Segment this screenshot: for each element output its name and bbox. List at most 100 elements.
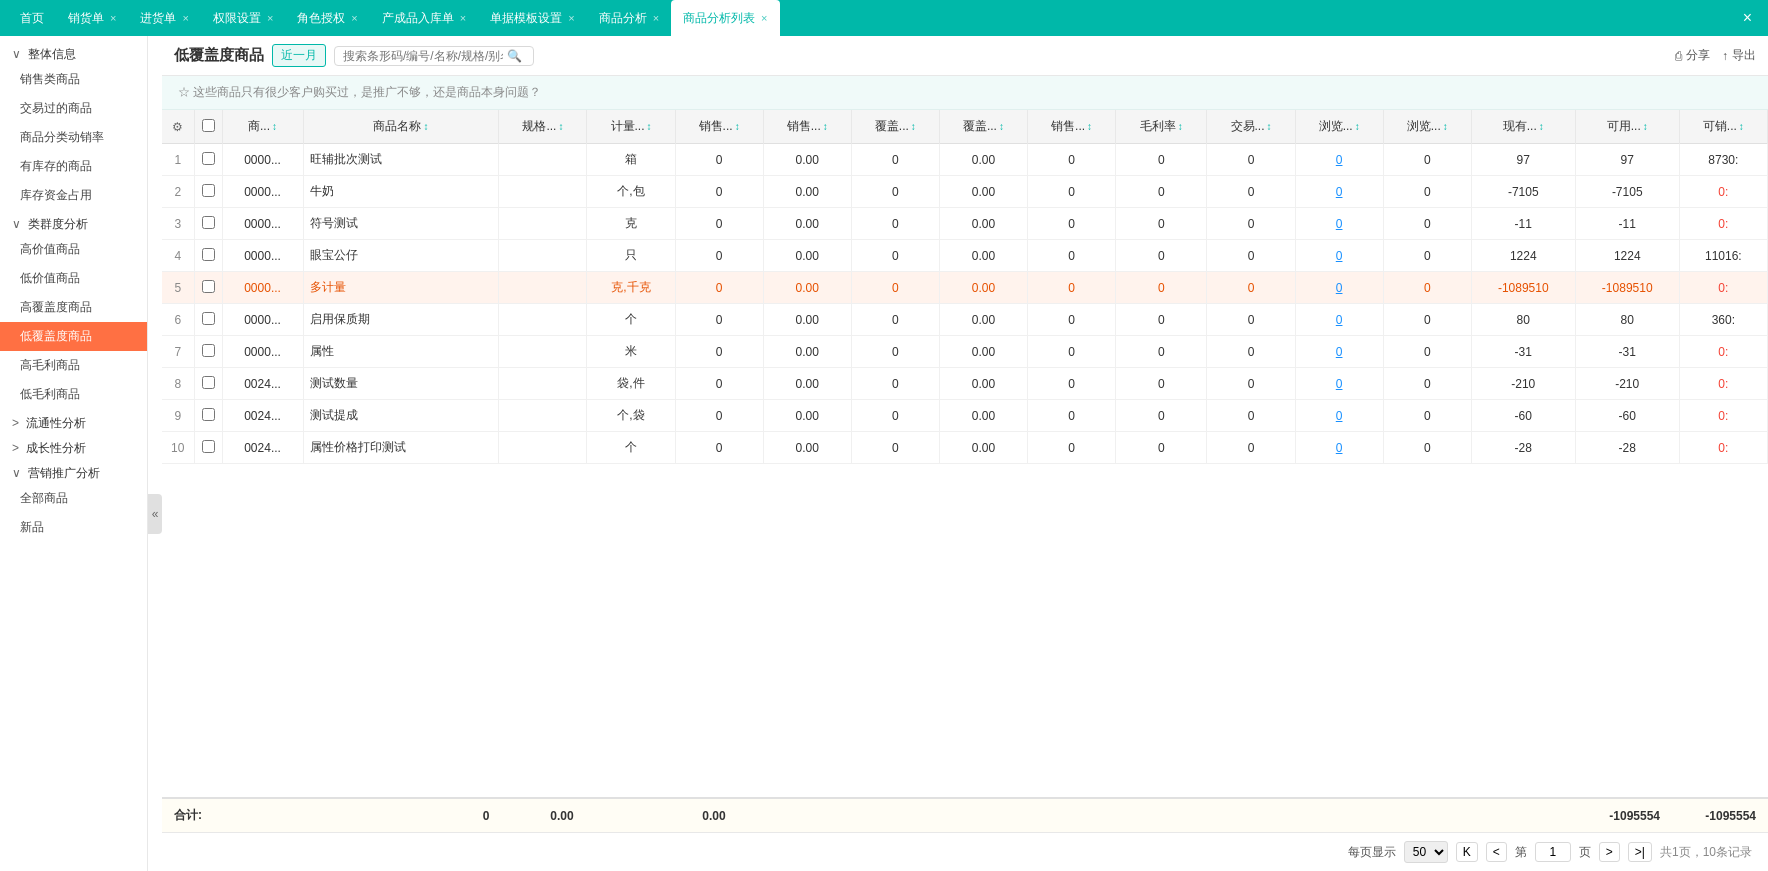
close-icon[interactable]: × [267,12,273,24]
sidebar-item-high-coverage[interactable]: 高覆盖度商品 [0,293,147,322]
row-checkbox-cell[interactable] [194,144,222,176]
sidebar-item-low-margin[interactable]: 低毛利商品 [0,380,147,409]
sales-qty-col-header[interactable]: 销售...↕ [675,110,763,144]
sidebar-item-low-value[interactable]: 低价值商品 [0,264,147,293]
close-icon[interactable]: × [653,12,659,24]
nav-template-settings[interactable]: 单据模板设置 × [478,0,586,36]
sidebar-collapse-button[interactable]: « [148,494,162,534]
sidebar-item-category-rate[interactable]: 商品分类动销率 [0,123,147,152]
current-stock-col-header[interactable]: 现有...↕ [1471,110,1575,144]
name-col-header[interactable]: 商品名称↕ [303,110,499,144]
row-browse1[interactable]: 0 [1295,304,1383,336]
row-browse1[interactable]: 0 [1295,368,1383,400]
browse2-col-header[interactable]: 浏览...↕ [1383,110,1471,144]
row-browse1[interactable]: 0 [1295,240,1383,272]
row-checkbox-cell[interactable] [194,368,222,400]
settings-icon[interactable]: ⚙ [172,120,183,134]
close-icon[interactable]: × [110,12,116,24]
sidebar-item-high-margin[interactable]: 高毛利商品 [0,351,147,380]
sidebar-item-sales-goods[interactable]: 销售类商品 [0,65,147,94]
close-icon[interactable]: × [351,12,357,24]
close-icon[interactable]: × [460,12,466,24]
row-code: 0024... [222,400,303,432]
row-checkbox[interactable] [202,440,215,453]
code-col-header[interactable]: 商...↕ [222,110,303,144]
sidebar-item-new-goods[interactable]: 新品 [0,513,147,542]
sidebar-item-in-stock[interactable]: 有库存的商品 [0,152,147,181]
sales-amt-col-header[interactable]: 销售...↕ [763,110,851,144]
sidebar-section-liquidity[interactable]: > 流通性分析 [0,409,147,434]
row-browse1[interactable]: 0 [1295,336,1383,368]
available-col-header[interactable]: 可用...↕ [1575,110,1679,144]
row-checkbox-cell[interactable] [194,208,222,240]
row-browse1[interactable]: 0 [1295,208,1383,240]
row-browse1[interactable]: 0 [1295,272,1383,304]
sales-cnt-col-header[interactable]: 销售...↕ [1028,110,1116,144]
row-browse1[interactable]: 0 [1295,432,1383,464]
row-checkbox[interactable] [202,152,215,165]
nav-finished-goods[interactable]: 产成品入库单 × [370,0,478,36]
nav-purchase[interactable]: 进货单 × [128,0,200,36]
nav-sales[interactable]: 销货单 × [56,0,128,36]
row-checkbox[interactable] [202,344,215,357]
last-page-button[interactable]: >| [1628,842,1652,862]
trans-col-header[interactable]: 交易...↕ [1207,110,1295,144]
first-page-button[interactable]: K [1456,842,1478,862]
nav-product-analysis-list[interactable]: 商品分析列表 × [671,0,779,36]
row-checkbox-cell[interactable] [194,240,222,272]
row-num: 3 [162,208,194,240]
share-button[interactable]: ⎙ 分享 [1675,47,1710,64]
nav-permissions[interactable]: 权限设置 × [201,0,285,36]
row-browse1[interactable]: 0 [1295,144,1383,176]
row-checkbox-cell[interactable] [194,336,222,368]
row-checkbox-cell[interactable] [194,400,222,432]
sidebar-item-low-coverage[interactable]: 低覆盖度商品 [0,322,147,351]
checkbox-col-header[interactable] [194,110,222,144]
close-icon[interactable]: × [182,12,188,24]
saleable-col-header[interactable]: 可销...↕ [1679,110,1767,144]
sidebar-section-marketing[interactable]: ∨ 营销推广分析 [0,459,147,484]
cover2-col-header[interactable]: 覆盖...↕ [939,110,1027,144]
nav-product-analysis[interactable]: 商品分析 × [587,0,671,36]
window-close-button[interactable]: × [1735,5,1760,31]
sidebar-item-traded-goods[interactable]: 交易过的商品 [0,94,147,123]
nav-home[interactable]: 首页 [8,0,56,36]
sidebar-item-high-value[interactable]: 高价值商品 [0,235,147,264]
row-checkbox-cell[interactable] [194,176,222,208]
row-browse1[interactable]: 0 [1295,400,1383,432]
row-checkbox[interactable] [202,312,215,325]
browse1-col-header[interactable]: 浏览...↕ [1295,110,1383,144]
cover1-col-header[interactable]: 覆盖...↕ [851,110,939,144]
row-checkbox[interactable] [202,216,215,229]
unit-col-header[interactable]: 计量...↕ [587,110,675,144]
sidebar-item-all-goods[interactable]: 全部商品 [0,484,147,513]
search-icon[interactable]: 🔍 [507,49,522,63]
row-checkbox[interactable] [202,280,215,293]
current-page-input[interactable] [1535,842,1571,862]
prev-page-button[interactable]: < [1486,842,1507,862]
row-browse1[interactable]: 0 [1295,176,1383,208]
row-checkbox[interactable] [202,408,215,421]
row-checkbox-cell[interactable] [194,272,222,304]
sidebar-item-capital-usage[interactable]: 库存资金占用 [0,181,147,210]
row-checkbox-cell[interactable] [194,304,222,336]
spec-col-header[interactable]: 规格...↕ [499,110,587,144]
per-page-select[interactable]: 50 [1404,841,1448,863]
nav-roles[interactable]: 角色授权 × [285,0,369,36]
close-icon[interactable]: × [761,12,767,24]
date-filter-button[interactable]: 近一月 [272,44,326,67]
row-checkbox[interactable] [202,248,215,261]
row-checkbox[interactable] [202,376,215,389]
search-input[interactable] [343,49,503,63]
row-checkbox-cell[interactable] [194,432,222,464]
settings-col-header[interactable]: ⚙ [162,110,194,144]
sidebar-section-group[interactable]: ∨ 类群度分析 [0,210,147,235]
row-checkbox[interactable] [202,184,215,197]
gross-rate-col-header[interactable]: 毛利率↕ [1116,110,1207,144]
export-button[interactable]: ↑ 导出 [1722,47,1756,64]
select-all-checkbox[interactable] [202,119,215,132]
next-page-button[interactable]: > [1599,842,1620,862]
sidebar-section-overview[interactable]: ∨ 整体信息 [0,40,147,65]
sidebar-section-growth[interactable]: > 成长性分析 [0,434,147,459]
close-icon[interactable]: × [568,12,574,24]
